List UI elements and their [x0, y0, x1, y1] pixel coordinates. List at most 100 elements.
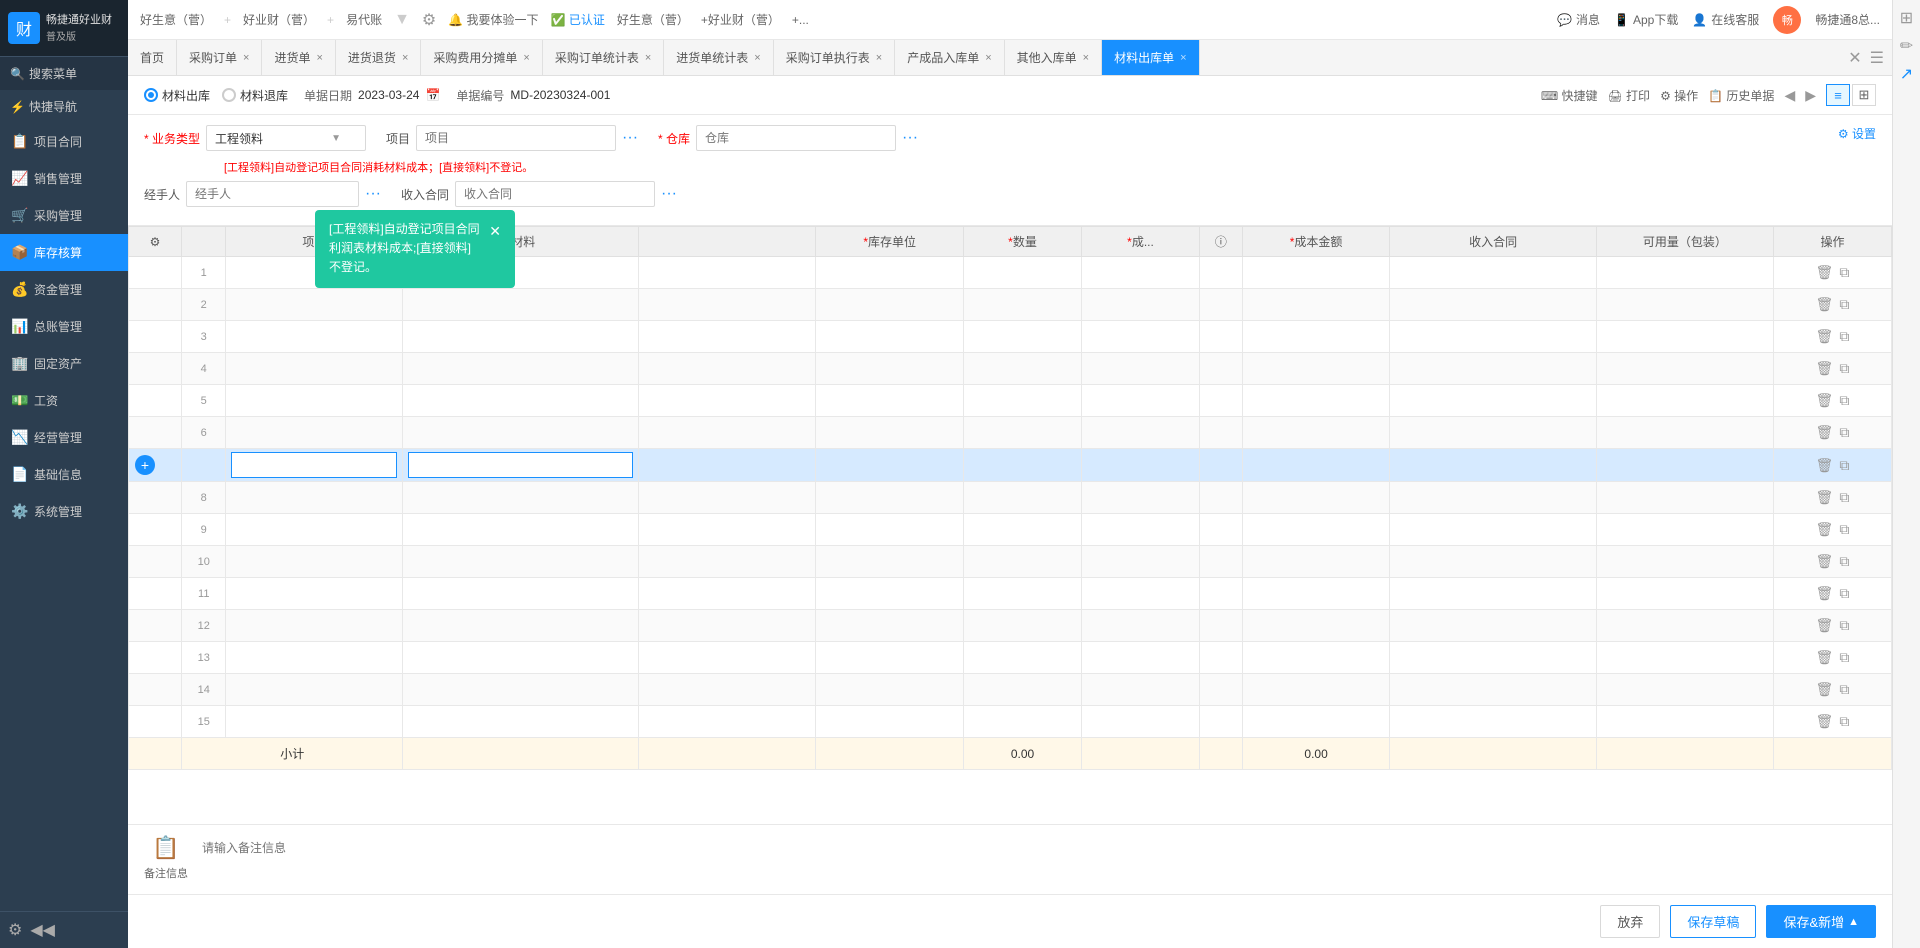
delete-row-button[interactable]: 🗑 — [1816, 713, 1834, 730]
tab-close-incoming-stats[interactable]: × — [754, 52, 760, 64]
add-row-input-1[interactable] — [232, 453, 396, 477]
tooltip-close-button[interactable]: ✕ — [489, 220, 501, 242]
delete-row-button[interactable]: 🗑 — [1816, 360, 1834, 377]
delete-row-button[interactable]: 🗑 — [1816, 585, 1834, 602]
copy-row-button[interactable]: ⧉ — [1839, 489, 1849, 506]
tab-incoming-stats[interactable]: 进货单统计表 × — [664, 40, 773, 76]
tab-close-material-issue[interactable]: × — [1180, 52, 1186, 64]
tab-incoming-return[interactable]: 进货退货 × — [336, 40, 421, 76]
sidebar-search[interactable]: 🔍 搜索菜单 — [0, 57, 128, 90]
operation-button[interactable]: ⚙ 操作 — [1660, 87, 1698, 104]
sidebar-item-finance[interactable]: 💰 资金管理 — [0, 271, 128, 308]
tab-close-all-button[interactable]: ✕ — [1848, 48, 1861, 68]
warehouse-input[interactable] — [696, 125, 896, 151]
tab-finished-goods[interactable]: 产成品入库单 × — [895, 40, 1004, 76]
project-dots-button[interactable]: ··· — [622, 129, 638, 147]
notes-input[interactable] — [198, 835, 1876, 871]
delete-row-button[interactable]: 🗑 — [1816, 649, 1834, 666]
radio-material-return[interactable]: 材料退库 — [222, 87, 288, 104]
collapse-button[interactable]: ◀◀ — [30, 920, 55, 940]
print-button[interactable]: 🖨 打印 — [1607, 87, 1650, 104]
tab-purchase-order[interactable]: 采购订单 × — [177, 40, 262, 76]
app-download-button[interactable]: 📱 App下载 — [1614, 11, 1678, 28]
delete-row-button[interactable]: 🗑 — [1816, 424, 1834, 441]
discard-button[interactable]: 放弃 — [1600, 905, 1660, 938]
copy-row-button[interactable]: ⧉ — [1839, 424, 1849, 441]
delete-row-button[interactable]: 🗑 — [1816, 392, 1834, 409]
grid-view-button[interactable]: ⊞ — [1852, 84, 1876, 106]
copy-row-button[interactable]: ⧉ — [1839, 521, 1849, 538]
copy-row-button[interactable]: ⧉ — [1839, 585, 1849, 602]
copy-row-button[interactable]: ⧉ — [1839, 360, 1849, 377]
business-type-select[interactable]: 工程领料 ▼ — [206, 125, 366, 151]
tab-close-other-storage[interactable]: × — [1083, 52, 1089, 64]
topbar-link-haoyecai[interactable]: 好业财（菅） — [243, 11, 315, 28]
tab-close-purchase-exec[interactable]: × — [876, 52, 882, 64]
tab-purchase-exec[interactable]: 采购订单执行表 × — [774, 40, 895, 76]
prev-record-button[interactable]: ◀ — [1784, 87, 1795, 104]
tab-close-purchase-stats[interactable]: × — [645, 52, 651, 64]
topbar-link-haoshengyi[interactable]: 好生意（菅） — [140, 11, 212, 28]
topbar-link-hs2[interactable]: 好生意（菅） — [617, 11, 689, 28]
copy-row-button[interactable]: ⧉ — [1839, 649, 1849, 666]
online-service-button[interactable]: 👤 在线客服 — [1692, 11, 1759, 28]
handler-input[interactable] — [186, 181, 359, 207]
tab-material-issue[interactable]: 材料出库单 × — [1102, 40, 1199, 76]
settings-button[interactable]: ⚙ — [8, 920, 22, 940]
sidebar-item-operations[interactable]: 📉 经营管理 — [0, 419, 128, 456]
tab-close-incoming-return[interactable]: × — [402, 52, 408, 64]
sidebar-item-project-contract[interactable]: 📋 项目合同 — [0, 123, 128, 160]
copy-row-button[interactable]: ⧉ — [1839, 617, 1849, 634]
sidebar-item-quick-nav[interactable]: ⚡ 快捷导航 — [0, 90, 128, 123]
tab-close-purchase-expense[interactable]: × — [523, 52, 529, 64]
sidebar-item-inventory[interactable]: 📦 库存核算 — [0, 234, 128, 271]
tab-menu-button[interactable]: ☰ — [1870, 48, 1884, 68]
tab-close-finished-goods[interactable]: × — [985, 52, 991, 64]
settings-topbar-icon[interactable]: ⚙ — [422, 10, 436, 30]
delete-row-button[interactable]: 🗑 — [1816, 328, 1834, 345]
topbar-link-yidaizhang[interactable]: 易代账 — [346, 11, 382, 28]
sidebar-item-sales[interactable]: 📈 销售管理 — [0, 160, 128, 197]
warehouse-dots-button[interactable]: ··· — [902, 129, 918, 147]
topbar-link-hy2[interactable]: +好业财（菅） — [701, 11, 780, 28]
tab-other-storage[interactable]: 其他入库单 × — [1005, 40, 1102, 76]
radio-material-issue[interactable]: 材料出库 — [144, 87, 210, 104]
shortcut-button[interactable]: ⌨ 快捷键 — [1541, 87, 1598, 104]
dropdown-icon[interactable]: ▼ — [394, 11, 410, 29]
income-contract-input[interactable] — [455, 181, 655, 207]
right-panel-icon-2[interactable]: ✏ — [1900, 36, 1913, 56]
save-draft-button[interactable]: 保存草稿 — [1670, 905, 1756, 938]
delete-row-button[interactable]: 🗑 — [1816, 553, 1834, 570]
add-row-input-2[interactable] — [409, 453, 632, 477]
sidebar-item-accounting[interactable]: 📊 总账管理 — [0, 308, 128, 345]
topbar-link-more[interactable]: +... — [792, 13, 809, 27]
sidebar-item-basic-info[interactable]: 📄 基础信息 — [0, 456, 128, 493]
delete-row-button[interactable]: 🗑 — [1816, 457, 1834, 474]
column-settings-icon[interactable]: ⚙ — [150, 235, 161, 249]
save-new-button[interactable]: 保存&新增 ▲ — [1766, 905, 1876, 938]
tab-close-incoming[interactable]: × — [316, 52, 322, 64]
copy-row-button[interactable]: ⧉ — [1839, 264, 1849, 281]
delete-row-button[interactable]: 🗑 — [1816, 521, 1834, 538]
sidebar-item-payroll[interactable]: 💵 工资 — [0, 382, 128, 419]
tab-purchase-stats[interactable]: 采购订单统计表 × — [543, 40, 664, 76]
user-avatar[interactable]: 畅 — [1773, 6, 1801, 34]
copy-row-button[interactable]: ⧉ — [1839, 681, 1849, 698]
username-display[interactable]: 畅捷通8总... — [1815, 11, 1880, 28]
handler-dots-button[interactable]: ··· — [365, 185, 381, 203]
delete-row-button[interactable]: 🗑 — [1816, 681, 1834, 698]
income-contract-dots-button[interactable]: ··· — [661, 185, 677, 203]
right-panel-icon-1[interactable]: ⊞ — [1900, 8, 1913, 28]
copy-row-button[interactable]: ⧉ — [1839, 392, 1849, 409]
project-input[interactable] — [416, 125, 616, 151]
tab-incoming[interactable]: 进货单 × — [262, 40, 335, 76]
delete-row-button[interactable]: 🗑 — [1816, 489, 1834, 506]
sidebar-item-purchase[interactable]: 🛒 采购管理 — [0, 197, 128, 234]
copy-row-button[interactable]: ⧉ — [1839, 713, 1849, 730]
tab-home[interactable]: 首页 — [128, 40, 177, 76]
right-panel-icon-3[interactable]: ↗ — [1900, 64, 1913, 84]
add-row-button[interactable]: + — [135, 455, 155, 475]
settings-button-form[interactable]: ⚙ 设置 — [1838, 125, 1876, 142]
list-view-button[interactable]: ≡ — [1826, 84, 1850, 106]
delete-row-button[interactable]: 🗑 — [1816, 264, 1834, 281]
